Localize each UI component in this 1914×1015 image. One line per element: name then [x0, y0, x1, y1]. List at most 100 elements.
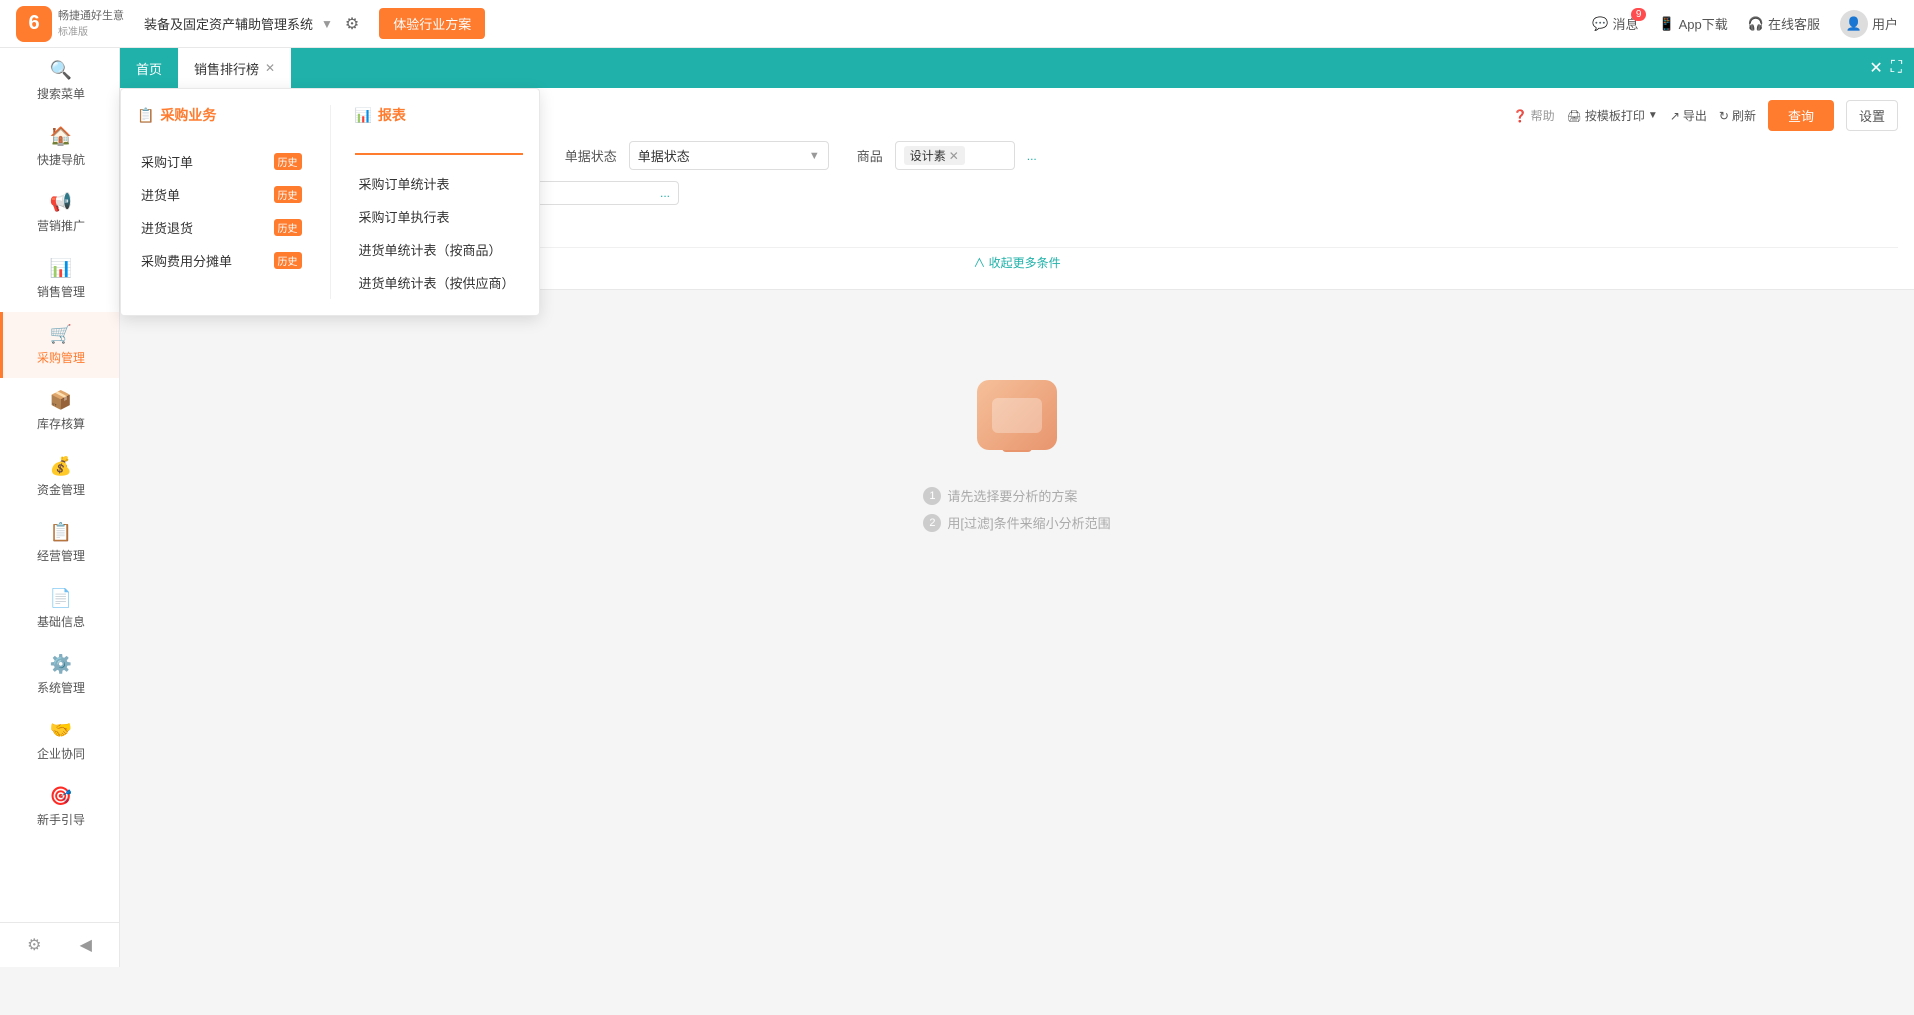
sidebar-label-inventory: 库存核算 [37, 415, 85, 432]
search-icon: 🔍 [50, 60, 72, 81]
sales-icon: 📊 [50, 258, 72, 279]
sidebar: 🔍 搜索菜单 🏠 快捷导航 📢 营销推广 📊 销售管理 🛒 采购管理 📦 库存核… [0, 48, 120, 967]
export-btn[interactable]: ↗ 导出 [1670, 107, 1707, 124]
status-value: 单据状态 [638, 146, 690, 165]
sidebar-label-search: 搜索菜单 [37, 85, 85, 102]
collapse-sidebar-icon[interactable]: ◀ [80, 935, 92, 955]
sidebar-label-purchase: 采购管理 [37, 349, 85, 366]
purchase-col-label: 采购业务 [160, 105, 216, 125]
home-icon: 🏠 [50, 126, 72, 147]
empty-step-2: 2 用[过滤]条件来缩小分析范围 [923, 513, 1110, 532]
empty-illustration [957, 370, 1077, 470]
staff-more-btn[interactable]: ... [660, 186, 670, 200]
status-label: 单据状态 [565, 146, 617, 165]
system-dropdown-arrow[interactable]: ▼ [321, 17, 333, 31]
sidebar-item-marketing[interactable]: 📢 营销推广 [0, 180, 119, 246]
dropdown-menu: 📋 采购业务 采购订单 历史 进货单 历史 进货退货 历史 采购费用分摊单 [120, 88, 540, 316]
goods-more-btn[interactable]: ... [1027, 149, 1037, 163]
empty-state: 1 请先选择要分析的方案 2 用[过滤]条件来缩小分析范围 [120, 290, 1914, 612]
sidebar-label-basic: 基础信息 [37, 613, 85, 630]
industry-btn[interactable]: 体验行业方案 [379, 8, 485, 39]
help-btn[interactable]: ❓ 帮助 [1513, 107, 1555, 124]
refresh-btn[interactable]: ↻ 刷新 [1719, 107, 1756, 124]
report-col-icon: 📊 [355, 107, 372, 124]
system-icon: ⚙️ [50, 654, 72, 675]
goods-tag-1: 设计素 ✕ [904, 146, 965, 165]
sidebar-item-system[interactable]: ⚙️ 系统管理 [0, 642, 119, 708]
cost-hist: 历史 [274, 252, 302, 269]
refresh-icon: ↻ [1719, 109, 1729, 123]
dropdown-item-inbound-stat-supplier[interactable]: 进货单统计表（按供应商） [355, 266, 524, 299]
col-divider [330, 105, 331, 299]
tab-home[interactable]: 首页 [120, 48, 178, 88]
headset-icon: 🎧 [1748, 16, 1764, 32]
tab-expand-btn[interactable]: ⛶ [1891, 59, 1902, 77]
sidebar-item-basic[interactable]: 📄 基础信息 [0, 576, 119, 642]
system-name: 装备及固定资产辅助管理系统 [144, 14, 313, 33]
empty-step-1: 1 请先选择要分析的方案 [923, 486, 1110, 505]
marketing-icon: 📢 [50, 192, 72, 213]
online-service-action[interactable]: 🎧 在线客服 [1748, 14, 1820, 33]
sidebar-item-purchase[interactable]: 🛒 采购管理 [0, 312, 119, 378]
online-service-label: 在线客服 [1768, 14, 1820, 33]
topbar: 6 畅捷通好生意 标准版 装备及固定资产辅助管理系统 ▼ ⚙ 体验行业方案 💬 … [0, 0, 1914, 48]
settings-bottom-icon[interactable]: ⚙ [27, 935, 41, 955]
status-dropdown-icon: ▼ [809, 150, 820, 162]
help-icon: ❓ [1513, 109, 1528, 123]
tab-close-btn[interactable]: ✕ [1869, 58, 1882, 78]
step-1-text: 请先选择要分析的方案 [947, 486, 1077, 505]
sidebar-item-collab[interactable]: 🤝 企业协同 [0, 708, 119, 774]
goods-input[interactable]: 设计素 ✕ [895, 141, 1015, 170]
dropdown-item-purchase-stat[interactable]: 采购订单统计表 [355, 167, 524, 200]
app-download-action[interactable]: 📱 App下载 [1658, 14, 1727, 33]
print-icon: 🖨 [1567, 109, 1582, 123]
filter-settings-btn[interactable]: 设置 [1846, 100, 1898, 131]
dropdown-item-inbound[interactable]: 进货单 历史 [137, 178, 306, 211]
sidebar-item-sales[interactable]: 📊 销售管理 [0, 246, 119, 312]
logo-area: 6 畅捷通好生意 标准版 [16, 6, 136, 42]
logo-sub: 标准版 [58, 23, 124, 38]
user-label: 用户 [1872, 14, 1898, 33]
sidebar-item-finance[interactable]: 💰 资金管理 [0, 444, 119, 510]
tab-sales-ranking[interactable]: 销售排行榜 ✕ [178, 48, 291, 88]
report-col-label: 报表 [378, 105, 406, 125]
message-action[interactable]: 💬 消息 9 [1592, 14, 1638, 33]
sidebar-label-marketing: 营销推广 [37, 217, 85, 234]
tab-close-icon[interactable]: ✕ [265, 61, 275, 75]
app-download-label: App下载 [1679, 14, 1728, 33]
system-settings-icon[interactable]: ⚙ [345, 14, 359, 34]
sidebar-item-inventory[interactable]: 📦 库存核算 [0, 378, 119, 444]
step-2-num: 2 [923, 514, 941, 532]
query-btn[interactable]: 查询 [1768, 100, 1834, 131]
tab-home-label: 首页 [136, 59, 162, 78]
goods-tag-close-icon[interactable]: ✕ [949, 149, 959, 163]
sidebar-item-quick[interactable]: 🏠 快捷导航 [0, 114, 119, 180]
dropdown-item-purchase-exec[interactable]: 采购订单执行表 [355, 200, 524, 233]
sidebar-label-quick: 快捷导航 [37, 151, 85, 168]
inbound-label: 进货单 [141, 185, 180, 204]
sidebar-label-operation: 经营管理 [37, 547, 85, 564]
inbound-hist: 历史 [274, 186, 302, 203]
sidebar-item-search[interactable]: 🔍 搜索菜单 [0, 48, 119, 114]
return-label: 进货退货 [141, 218, 193, 237]
print-btn[interactable]: 🖨 按模板打印 ▼ [1567, 107, 1658, 124]
dropdown-item-return[interactable]: 进货退货 历史 [137, 211, 306, 244]
dropdown-report-col: 📊 报表 采购订单统计表 采购订单执行表 进货单统计表（按商品） 进货单统计表（… [355, 105, 524, 299]
newbie-icon: 🎯 [50, 786, 72, 807]
report-col-title-wrapper: 📊 报表 [355, 105, 524, 155]
finance-icon: 💰 [50, 456, 72, 477]
purchase-icon: 🛒 [50, 324, 72, 345]
step-1-num: 1 [923, 487, 941, 505]
logo-icon: 6 [16, 6, 52, 42]
dropdown-item-inbound-stat-goods[interactable]: 进货单统计表（按商品） [355, 233, 524, 266]
export-icon: ↗ [1670, 109, 1680, 123]
dropdown-item-purchase-order[interactable]: 采购订单 历史 [137, 145, 306, 178]
sidebar-label-newbie: 新手引导 [37, 811, 85, 828]
sidebar-item-newbie[interactable]: 🎯 新手引导 [0, 774, 119, 840]
dropdown-item-cost[interactable]: 采购费用分摊单 历史 [137, 244, 306, 277]
user-action[interactable]: 👤 用户 [1840, 10, 1898, 38]
user-avatar: 👤 [1840, 10, 1868, 38]
dropdown-overlay: 📋 采购业务 采购订单 历史 进货单 历史 进货退货 历史 采购费用分摊单 [120, 88, 540, 316]
sidebar-item-operation[interactable]: 📋 经营管理 [0, 510, 119, 576]
status-select[interactable]: 单据状态 ▼ [629, 141, 829, 170]
